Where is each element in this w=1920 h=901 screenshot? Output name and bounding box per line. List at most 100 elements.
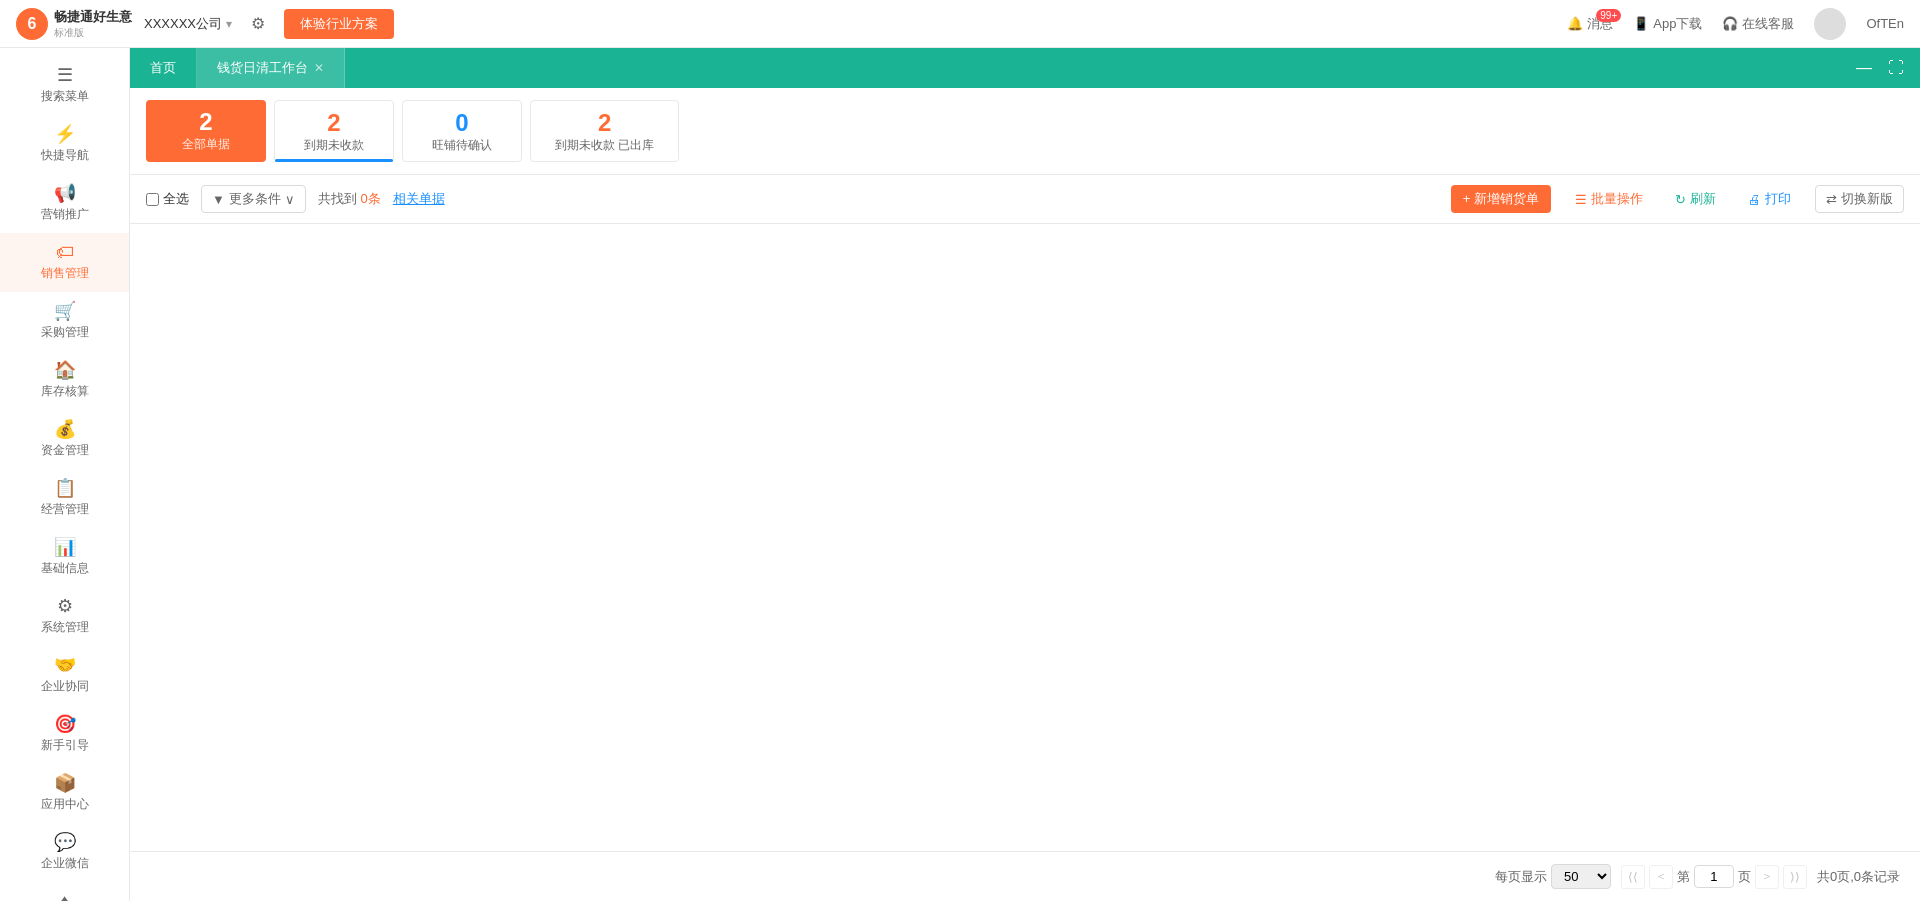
- select-all-input[interactable]: [146, 193, 159, 206]
- summary-cards: 2 全部单据 2 到期未收款 0 旺铺待确认 2 到期未收款 已出库: [130, 88, 1920, 175]
- settings-icon[interactable]: ⚙: [244, 10, 272, 38]
- notification-action[interactable]: 🔔 消息 99+: [1567, 15, 1613, 33]
- refresh-icon: ↻: [1675, 192, 1686, 207]
- app-download-label: App下载: [1653, 15, 1702, 33]
- enterprise-icon: 🤝: [54, 656, 76, 674]
- card-overdue-out-label: 到期未收款 已出库: [555, 138, 654, 154]
- tab-bar: 首页 钱货日清工作台 ✕ — ⛶: [130, 48, 1920, 88]
- sidebar-item-app-center[interactable]: 📦 应用中心: [0, 764, 129, 823]
- finance-icon: 💰: [54, 420, 76, 438]
- toolbar: 全选 ▼ 更多条件 ∨ 共找到 0条 相关单据 + 新增销货单: [130, 175, 1920, 224]
- sidebar-item-basic-info[interactable]: 📊 基础信息: [0, 528, 129, 587]
- card-all[interactable]: 2 全部单据: [146, 100, 266, 162]
- sidebar-item-system[interactable]: ⚙ 系统管理: [0, 587, 129, 646]
- select-all-checkbox[interactable]: 全选: [146, 190, 189, 208]
- found-count: 0条: [361, 191, 381, 206]
- sidebar-label-wechat: 企业微信: [41, 855, 89, 872]
- page-unit: 页: [1738, 868, 1751, 886]
- card-overdue[interactable]: 2 到期未收款: [274, 100, 394, 162]
- sidebar-label-search: 搜索菜单: [41, 88, 89, 105]
- top-header: 6 畅捷通好生意 标准版 XXXXXX公司 ▾ ⚙ 体验行业方案 🔔 消息 99…: [0, 0, 1920, 48]
- online-service-label: 在线客服: [1742, 15, 1794, 33]
- related-orders-link[interactable]: 相关单据: [393, 190, 445, 208]
- card-overdue-out-number: 2: [598, 109, 611, 138]
- found-text: 共找到 0条: [318, 190, 381, 208]
- sidebar-item-finance[interactable]: 💰 资金管理: [0, 410, 129, 469]
- wechat-icon: 💬: [54, 833, 76, 851]
- chevron-down-icon: ▾: [226, 17, 232, 31]
- card-underline: [275, 159, 393, 162]
- prev-page-button[interactable]: ＜: [1649, 865, 1673, 889]
- app-download-action[interactable]: 📱 App下载: [1633, 15, 1702, 33]
- batch-action-button[interactable]: ☰ 批量操作: [1567, 186, 1651, 212]
- tab-workbench[interactable]: 钱货日清工作台 ✕: [197, 48, 345, 88]
- sidebar-item-search[interactable]: ☰ 搜索菜单: [0, 56, 129, 115]
- first-page-button[interactable]: ⟨⟨: [1621, 865, 1645, 889]
- print-button[interactable]: 🖨 打印: [1740, 186, 1799, 212]
- sidebar-item-purchase[interactable]: 🛒 采购管理: [0, 292, 129, 351]
- per-page-label: 每页显示: [1495, 868, 1547, 886]
- company-selector[interactable]: XXXXXX公司 ▾: [144, 15, 232, 33]
- refresh-button[interactable]: ↻ 刷新: [1667, 186, 1724, 212]
- page-number-input[interactable]: [1694, 865, 1734, 888]
- sidebar-item-inventory[interactable]: 🏠 库存核算: [0, 351, 129, 410]
- sidebar-label-sales: 销售管理: [41, 265, 89, 282]
- tab-home[interactable]: 首页: [130, 48, 197, 88]
- basic-info-icon: 📊: [54, 538, 76, 556]
- sidebar: ☰ 搜索菜单 ⚡ 快捷导航 📢 营销推广 🏷 销售管理 🛒 采购管理 🏠 库存核…: [0, 48, 130, 901]
- switch-icon: ⇄: [1826, 192, 1837, 207]
- refresh-label: 刷新: [1690, 190, 1716, 208]
- sidebar-item-quick-nav[interactable]: ⚡ 快捷导航: [0, 115, 129, 174]
- tab-maximize-button[interactable]: ⛶: [1884, 55, 1908, 81]
- sidebar-item-marketing[interactable]: 📢 营销推广: [0, 174, 129, 233]
- page-size-select[interactable]: 20 50 100 200: [1551, 864, 1611, 889]
- headset-icon: 🎧: [1722, 16, 1738, 31]
- sidebar-item-sales[interactable]: 🏷 销售管理: [0, 233, 129, 292]
- user-name[interactable]: OfTEn: [1866, 16, 1904, 31]
- card-wangpu[interactable]: 0 旺铺待确认: [402, 100, 522, 162]
- logo-text: 畅捷通好生意 标准版: [54, 8, 132, 40]
- avatar[interactable]: [1814, 8, 1846, 40]
- notification-badge: 99+: [1596, 9, 1621, 22]
- card-wangpu-number: 0: [455, 109, 468, 138]
- next-page-button[interactable]: ＞: [1755, 865, 1779, 889]
- sidebar-label-system: 系统管理: [41, 619, 89, 636]
- print-icon: 🖨: [1748, 192, 1761, 207]
- header-right: 🔔 消息 99+ 📱 App下载 🎧 在线客服 OfTEn: [1567, 8, 1904, 40]
- sales-icon: 🏷: [56, 243, 74, 261]
- content-area: 首页 钱货日清工作台 ✕ — ⛶ 2 全部单据 2: [130, 48, 1920, 901]
- card-all-label: 全部单据: [182, 137, 230, 153]
- sidebar-label-enterprise: 企业协同: [41, 678, 89, 695]
- sidebar-item-enterprise[interactable]: 🤝 企业协同: [0, 646, 129, 705]
- tab-actions: — ⛶: [1852, 48, 1920, 88]
- purchase-icon: 🛒: [54, 302, 76, 320]
- company-name: XXXXXX公司: [144, 15, 222, 33]
- app-center-icon: 📦: [54, 774, 76, 792]
- select-all-label: 全选: [163, 190, 189, 208]
- pagination-bar: 每页显示 20 50 100 200 ⟨⟨ ＜ 第 页 ＞ ⟩⟩: [130, 851, 1920, 901]
- sidebar-item-vip[interactable]: ♦ 畅会员: [0, 882, 129, 901]
- online-service-action[interactable]: 🎧 在线客服: [1722, 15, 1794, 33]
- tab-close-icon[interactable]: ✕: [314, 61, 324, 75]
- last-page-button[interactable]: ⟩⟩: [1783, 865, 1807, 889]
- app-title: 畅捷通好生意: [54, 8, 132, 26]
- filter-button[interactable]: ▼ 更多条件 ∨: [201, 185, 306, 213]
- marketing-icon: 📢: [54, 184, 76, 202]
- search-menu-icon: ☰: [57, 66, 73, 84]
- sidebar-label-basic-info: 基础信息: [41, 560, 89, 577]
- tab-workbench-label: 钱货日清工作台: [217, 59, 308, 77]
- sidebar-label-marketing: 营销推广: [41, 206, 89, 223]
- switch-version-button[interactable]: ⇄ 切换新版: [1815, 185, 1904, 213]
- tab-minimize-button[interactable]: —: [1852, 55, 1876, 81]
- logo-area: 6 畅捷通好生意 标准版: [16, 8, 132, 40]
- sidebar-item-wechat[interactable]: 💬 企业微信: [0, 823, 129, 882]
- trial-button[interactable]: 体验行业方案: [284, 9, 394, 39]
- total-records: 共0页,0条记录: [1817, 868, 1900, 886]
- sidebar-item-operations[interactable]: 📋 经营管理: [0, 469, 129, 528]
- new-order-button[interactable]: + 新增销货单: [1451, 185, 1551, 213]
- sidebar-item-beginner[interactable]: 🎯 新手引导: [0, 705, 129, 764]
- batch-icon: ☰: [1575, 192, 1587, 207]
- system-icon: ⚙: [57, 597, 73, 615]
- card-overdue-out[interactable]: 2 到期未收款 已出库: [530, 100, 679, 162]
- toolbar-right: + 新增销货单 ☰ 批量操作 ↻ 刷新 🖨 打印 ⇄: [1451, 185, 1904, 213]
